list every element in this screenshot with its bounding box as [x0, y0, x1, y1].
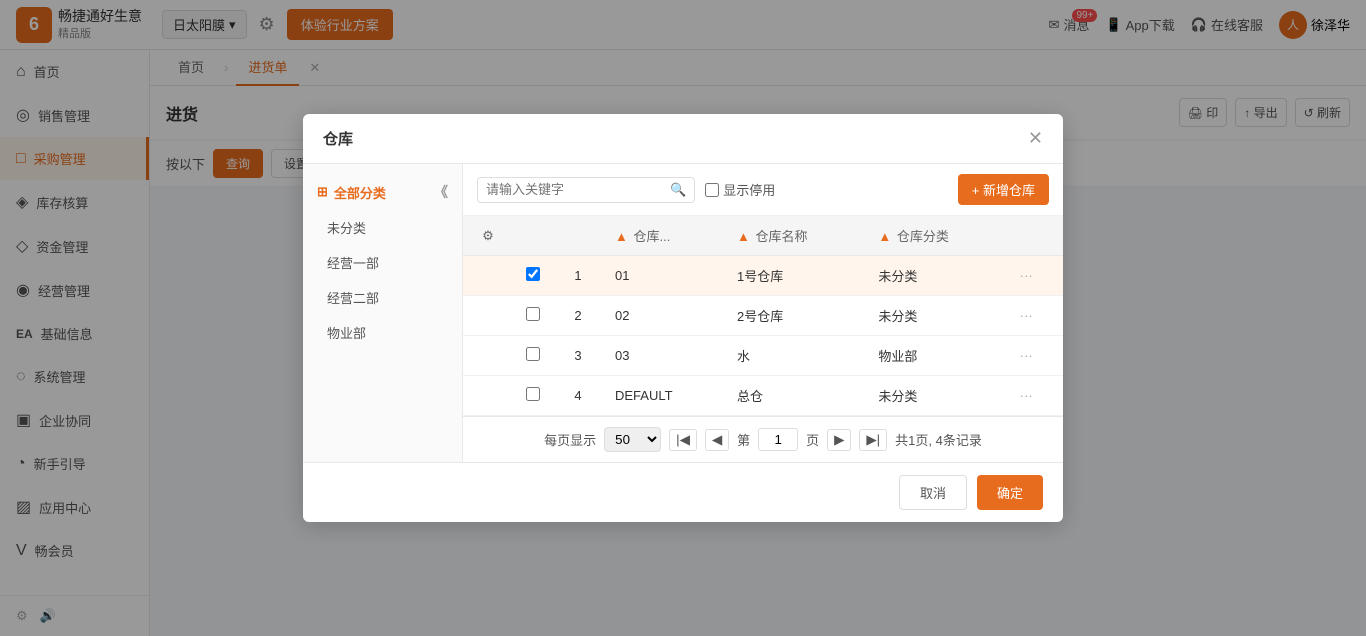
row-num-cell: 1 [553, 256, 603, 296]
page-prev-btn[interactable]: ◀ [705, 429, 729, 451]
modal-close-btn[interactable]: ✕ [1028, 128, 1043, 149]
cat-item-property[interactable]: 物业部 [303, 315, 462, 350]
row-more-btn[interactable]: ··· [1020, 268, 1033, 283]
modal-body: ⊞ 全部分类 《 未分类 经营一部 经营二部 物业部 🔍 [303, 164, 1063, 462]
row-more-btn[interactable]: ··· [1020, 388, 1033, 403]
row-num-cell: 4 [553, 376, 603, 416]
page-first-btn[interactable]: |◀ [669, 429, 697, 451]
row-checkbox[interactable] [526, 347, 540, 361]
search-box: 🔍 [477, 177, 695, 203]
row-check-cell[interactable] [513, 296, 553, 336]
modal-title: 仓库 [323, 128, 353, 149]
confirm-btn[interactable]: 确定 [977, 475, 1043, 510]
cat-item-op1[interactable]: 经营一部 [303, 245, 462, 280]
category-grid-icon: ⊞ [317, 184, 328, 200]
table-toolbar: 🔍 显示停用 + 新增仓库 [463, 164, 1063, 216]
col-header-more [1008, 216, 1063, 256]
category-header: ⊞ 全部分类 《 [303, 174, 462, 210]
row-checkbox[interactable] [526, 307, 540, 321]
page-last-btn[interactable]: ▶| [859, 429, 887, 451]
row-gear-cell [463, 336, 513, 376]
page-input[interactable] [758, 428, 798, 451]
new-warehouse-btn[interactable]: + 新增仓库 [958, 174, 1049, 205]
sort-icon-category: ▲ [878, 229, 891, 244]
row-check-cell[interactable] [513, 256, 553, 296]
modal-footer: 取消 确定 [303, 462, 1063, 522]
row-more-btn[interactable]: ··· [1020, 348, 1033, 363]
page-unit: 页 [806, 430, 819, 449]
modal-header: 仓库 ✕ [303, 114, 1063, 164]
col-header-category: ▲ 仓库分类 [866, 216, 1007, 256]
row-name-cell: 2号仓库 [725, 296, 866, 336]
per-page-label: 每页显示 [544, 430, 596, 449]
table-row[interactable]: 3 03 水 物业部 ··· [463, 336, 1063, 376]
col-header-num [553, 216, 603, 256]
show-disabled-label[interactable]: 显示停用 [705, 180, 775, 199]
row-more-cell[interactable]: ··· [1008, 256, 1063, 296]
category-sidebar: ⊞ 全部分类 《 未分类 经营一部 经营二部 物业部 [303, 164, 463, 462]
sort-icon-name: ▲ [737, 229, 750, 244]
table-area: 🔍 显示停用 + 新增仓库 ⚙ [463, 164, 1063, 462]
row-more-cell[interactable]: ··· [1008, 376, 1063, 416]
row-checkbox[interactable] [526, 267, 540, 281]
table-head: ⚙ ▲ 仓库... ▲ 仓库名称 [463, 216, 1063, 256]
row-code-cell: DEFAULT [603, 376, 725, 416]
row-gear-cell [463, 296, 513, 336]
modal-overlay: 仓库 ✕ ⊞ 全部分类 《 未分类 经营一部 经营二部 物业部 [0, 0, 1366, 636]
row-more-btn[interactable]: ··· [1020, 308, 1033, 323]
row-category-cell: 未分类 [866, 296, 1007, 336]
row-check-cell[interactable] [513, 336, 553, 376]
search-icon[interactable]: 🔍 [670, 182, 686, 198]
page-label: 第 [737, 430, 750, 449]
row-check-cell[interactable] [513, 376, 553, 416]
sort-icon-code: ▲ [615, 229, 628, 244]
row-name-cell: 水 [725, 336, 866, 376]
table-row[interactable]: 2 02 2号仓库 未分类 ··· [463, 296, 1063, 336]
pagination: 每页显示 50 10 20 100 |◀ ◀ 第 页 ▶ ▶| 共1页, 4条记… [463, 416, 1063, 462]
col-header-code: ▲ 仓库... [603, 216, 725, 256]
row-gear-cell [463, 256, 513, 296]
row-num-cell: 3 [553, 336, 603, 376]
category-header-label: 全部分类 [334, 183, 386, 202]
row-name-cell: 总仓 [725, 376, 866, 416]
row-code-cell: 03 [603, 336, 725, 376]
table-row[interactable]: 1 01 1号仓库 未分类 ··· [463, 256, 1063, 296]
warehouse-table: ⚙ ▲ 仓库... ▲ 仓库名称 [463, 216, 1063, 416]
per-page-select[interactable]: 50 10 20 100 [604, 427, 661, 452]
show-disabled-checkbox[interactable] [705, 183, 719, 197]
col-header-name: ▲ 仓库名称 [725, 216, 866, 256]
row-code-cell: 02 [603, 296, 725, 336]
table-row[interactable]: 4 DEFAULT 总仓 未分类 ··· [463, 376, 1063, 416]
cat-item-unclassified[interactable]: 未分类 [303, 210, 462, 245]
total-label: 共1页, 4条记录 [895, 430, 982, 449]
row-num-cell: 2 [553, 296, 603, 336]
cat-item-op2[interactable]: 经营二部 [303, 280, 462, 315]
page-next-btn[interactable]: ▶ [827, 429, 851, 451]
data-table: ⚙ ▲ 仓库... ▲ 仓库名称 [463, 216, 1063, 416]
row-checkbox[interactable] [526, 387, 540, 401]
row-more-cell[interactable]: ··· [1008, 296, 1063, 336]
row-gear-cell [463, 376, 513, 416]
show-disabled-text: 显示停用 [723, 180, 775, 199]
col-header-gear: ⚙ [463, 216, 513, 256]
row-code-cell: 01 [603, 256, 725, 296]
search-input[interactable] [486, 182, 666, 197]
collapse-icon[interactable]: 《 [434, 182, 448, 202]
table-body: 1 01 1号仓库 未分类 ··· 2 02 2号仓库 未分类 ··· 3 03… [463, 256, 1063, 416]
row-category-cell: 未分类 [866, 376, 1007, 416]
row-category-cell: 未分类 [866, 256, 1007, 296]
row-more-cell[interactable]: ··· [1008, 336, 1063, 376]
row-name-cell: 1号仓库 [725, 256, 866, 296]
col-header-check [513, 216, 553, 256]
warehouse-modal: 仓库 ✕ ⊞ 全部分类 《 未分类 经营一部 经营二部 物业部 [303, 114, 1063, 522]
cancel-btn[interactable]: 取消 [899, 475, 967, 510]
row-category-cell: 物业部 [866, 336, 1007, 376]
